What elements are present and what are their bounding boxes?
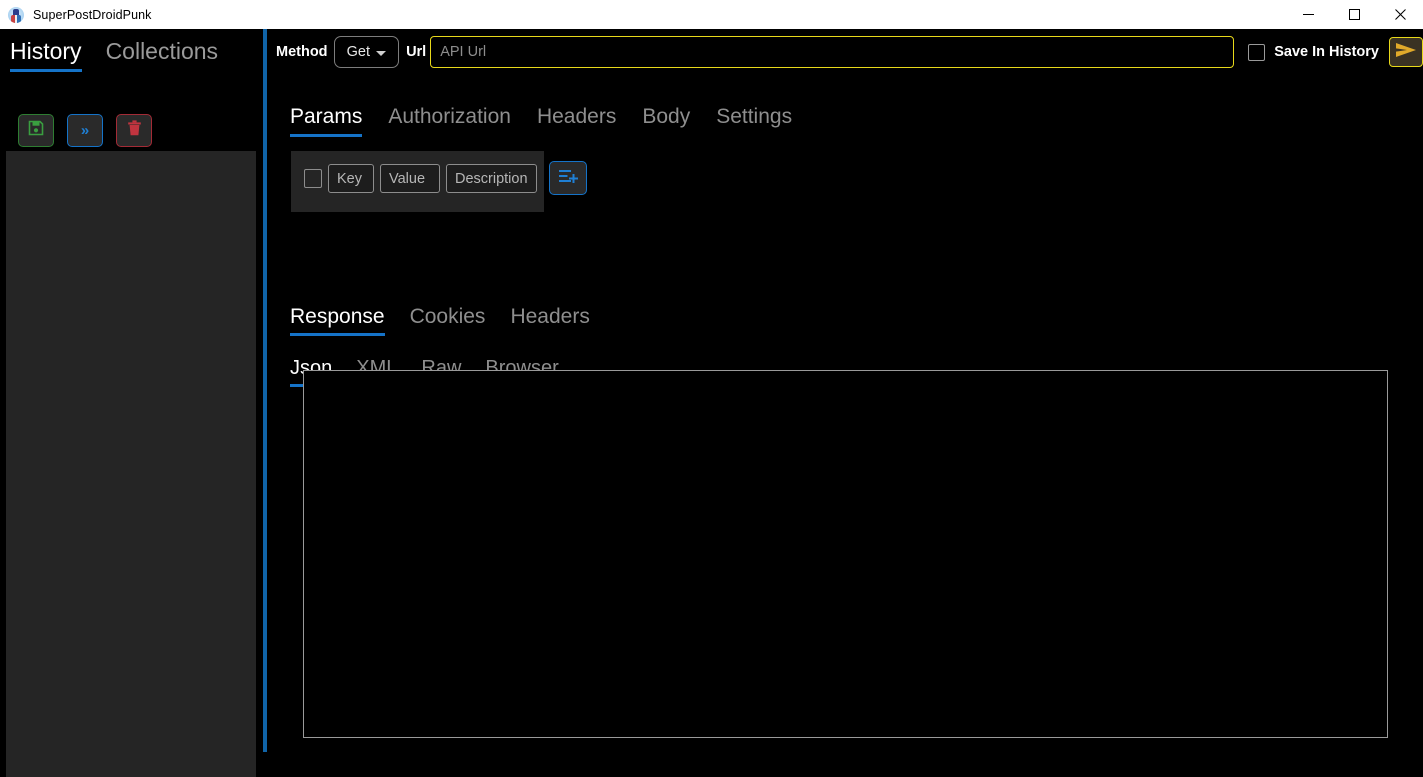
list-add-icon bbox=[558, 168, 578, 189]
tab-body[interactable]: Body bbox=[642, 105, 690, 137]
response-tabs: Response Cookies Headers bbox=[290, 305, 590, 337]
main-panel: Method Get Url Save In History Params Au… bbox=[267, 29, 1423, 752]
trash-icon bbox=[127, 120, 142, 141]
tab-response[interactable]: Response bbox=[290, 305, 385, 337]
request-url-row: Method Get Url Save In History bbox=[267, 34, 1423, 70]
chevron-down-icon bbox=[375, 50, 386, 56]
tab-authorization[interactable]: Authorization bbox=[388, 105, 511, 137]
close-icon[interactable] bbox=[1377, 0, 1423, 29]
url-input[interactable] bbox=[430, 36, 1235, 68]
window-title: SuperPostDroidPunk bbox=[33, 7, 152, 22]
response-body-textarea[interactable] bbox=[303, 370, 1388, 738]
table-row bbox=[291, 164, 537, 193]
send-paper-plane-icon bbox=[1395, 42, 1417, 63]
method-label: Method bbox=[276, 44, 328, 60]
sidebar-action-buttons: » bbox=[18, 114, 152, 147]
floppy-disk-icon bbox=[28, 120, 44, 141]
tab-response-headers[interactable]: Headers bbox=[510, 305, 589, 336]
param-value-input[interactable] bbox=[380, 164, 440, 193]
maximize-icon[interactable] bbox=[1331, 0, 1377, 29]
app-icon bbox=[8, 6, 24, 23]
params-table bbox=[291, 151, 544, 212]
minimize-icon[interactable] bbox=[1285, 0, 1331, 29]
method-select[interactable]: Get bbox=[333, 36, 400, 68]
tab-settings[interactable]: Settings bbox=[716, 105, 792, 137]
param-enabled-checkbox[interactable] bbox=[304, 169, 322, 188]
save-in-history-label: Save In History bbox=[1274, 44, 1379, 60]
save-in-history-checkbox[interactable] bbox=[1248, 43, 1266, 61]
add-param-row-button[interactable] bbox=[549, 161, 587, 195]
window-controls bbox=[1285, 0, 1423, 29]
param-key-input[interactable] bbox=[328, 164, 374, 193]
request-tabs: Params Authorization Headers Body Settin… bbox=[290, 105, 792, 138]
delete-history-button[interactable] bbox=[116, 114, 152, 147]
sidebar-tab-history[interactable]: History bbox=[10, 39, 82, 73]
param-description-input[interactable] bbox=[446, 164, 537, 193]
sidebar-tab-collections[interactable]: Collections bbox=[106, 39, 219, 72]
send-button[interactable] bbox=[1389, 37, 1423, 67]
tab-cookies[interactable]: Cookies bbox=[410, 305, 486, 336]
tab-headers[interactable]: Headers bbox=[537, 105, 616, 137]
collapse-button[interactable]: » bbox=[67, 114, 103, 147]
method-select-value: Get bbox=[346, 44, 370, 60]
tab-params[interactable]: Params bbox=[290, 105, 363, 138]
sidebar-tabs: History Collections bbox=[10, 39, 219, 73]
url-label: Url bbox=[406, 44, 427, 60]
window-titlebar: SuperPostDroidPunk bbox=[0, 0, 1423, 29]
sidebar: History Collections » bbox=[0, 29, 262, 777]
history-list[interactable] bbox=[6, 151, 256, 777]
double-chevron-right-icon: » bbox=[80, 122, 90, 139]
save-history-button[interactable] bbox=[18, 114, 54, 147]
